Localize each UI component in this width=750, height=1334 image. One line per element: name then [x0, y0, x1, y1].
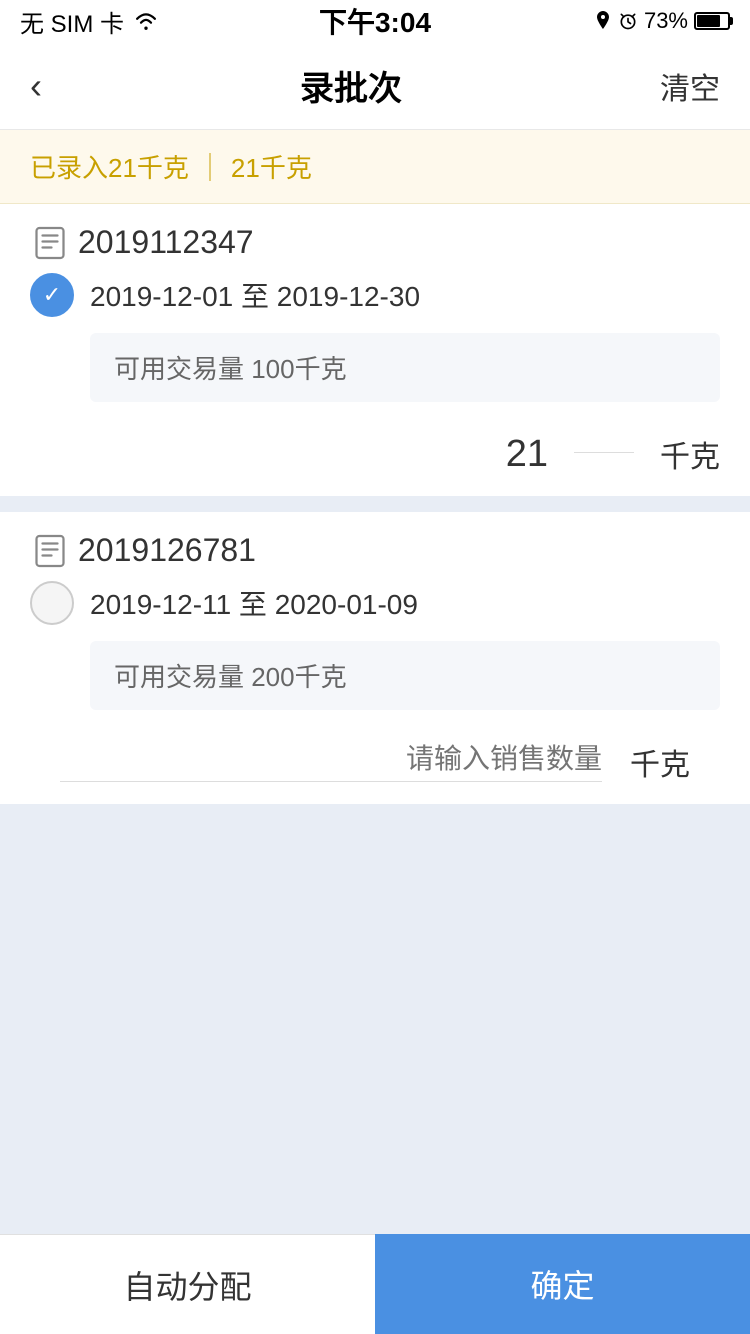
recorded-label: 已录入21千克 [30, 148, 189, 185]
batch-1-unit: 千克 [660, 432, 720, 476]
batch-1-radio[interactable]: ✓ [30, 273, 74, 317]
recorded-value: 21千克 [231, 148, 312, 185]
content-area: 2019112347 ✓ 2019-12-01 至 2019-12-30 可用交… [0, 204, 750, 1334]
check-icon: ✓ [43, 282, 61, 308]
separator-1 [0, 496, 750, 512]
quantity-underline [574, 452, 634, 453]
battery-icon [694, 12, 730, 30]
info-banner: 已录入21千克 21千克 [0, 130, 750, 204]
batch-2-date: 2019-12-11 至 2020-01-09 [90, 583, 418, 623]
status-time: 下午3:04 [319, 1, 431, 41]
wifi-icon [132, 11, 160, 31]
back-button[interactable]: ‹ [30, 65, 42, 107]
batch-1-quantity-row: 21 千克 [30, 422, 720, 496]
batch-2-icon [30, 533, 70, 569]
batch-2-header: 2019126781 [30, 532, 720, 569]
batch-2-date-row[interactable]: 2019-12-11 至 2020-01-09 [30, 581, 720, 625]
confirm-button[interactable]: 确定 [375, 1234, 750, 1334]
location-icon [594, 11, 612, 31]
bottom-bar: 自动分配 确定 [0, 1234, 750, 1334]
batch-1-icon [30, 225, 70, 261]
batch-1-id: 2019112347 [78, 224, 254, 261]
alarm-icon [618, 11, 638, 31]
status-left: 无 SIM 卡 [20, 4, 160, 39]
page-title: 录批次 [300, 61, 402, 110]
status-right: 73% [594, 8, 730, 34]
carrier-label: 无 SIM 卡 [20, 4, 124, 39]
batch-2-available: 可用交易量 200千克 [90, 641, 720, 710]
batch-2-unit: 千克 [630, 740, 690, 784]
battery-percent: 73% [644, 8, 688, 34]
sales-quantity-input[interactable] [302, 743, 602, 775]
nav-bar: ‹ 录批次 清空 [0, 42, 750, 130]
info-divider [209, 153, 211, 181]
batch-item-1: 2019112347 ✓ 2019-12-01 至 2019-12-30 可用交… [0, 204, 750, 496]
batch-2-input-row[interactable]: 千克 [30, 730, 720, 804]
batch-2-id: 2019126781 [78, 532, 256, 569]
empty-area [0, 804, 750, 1204]
batch-item-2: 2019126781 2019-12-11 至 2020-01-09 可用交易量… [0, 512, 750, 804]
batch-2-radio[interactable] [30, 581, 74, 625]
batch-1-date: 2019-12-01 至 2019-12-30 [90, 275, 420, 315]
clear-button[interactable]: 清空 [660, 64, 720, 108]
batch-1-quantity: 21 [506, 433, 548, 476]
auto-distribute-button[interactable]: 自动分配 [0, 1234, 375, 1334]
batch-1-date-row[interactable]: ✓ 2019-12-01 至 2019-12-30 [30, 273, 720, 317]
status-bar: 无 SIM 卡 下午3:04 73% [0, 0, 750, 42]
batch-1-header: 2019112347 [30, 224, 720, 261]
batch-1-available: 可用交易量 100千克 [90, 333, 720, 402]
